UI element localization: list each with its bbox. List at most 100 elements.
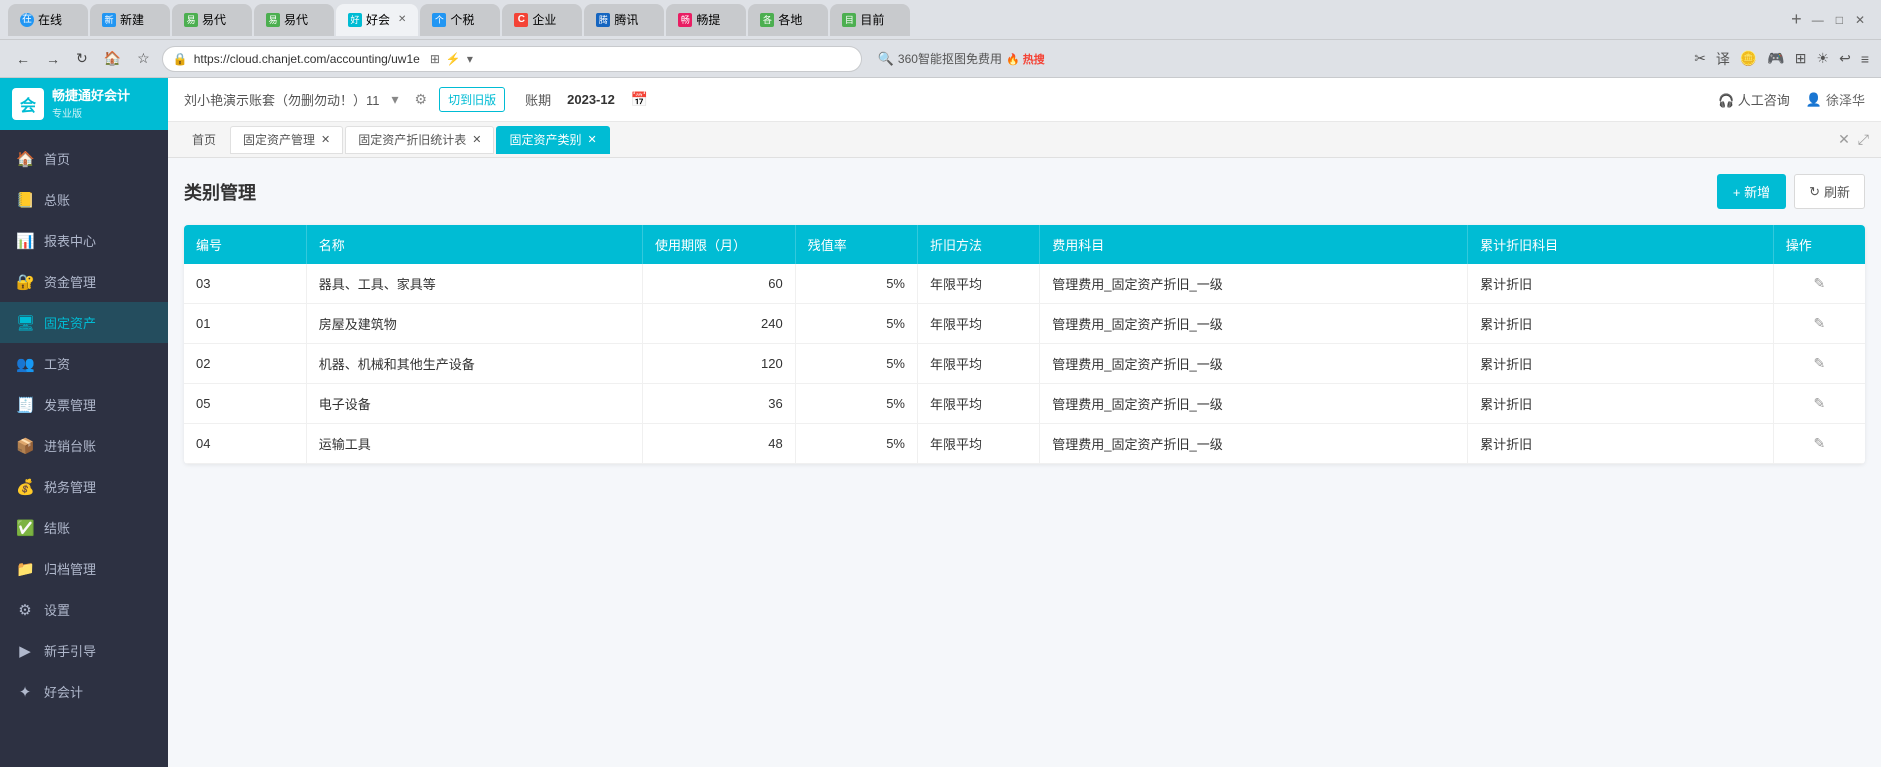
- cut-icon[interactable]: ✂: [1694, 50, 1706, 67]
- tab-close-depreciation-table[interactable]: ✕: [472, 133, 481, 146]
- sidebar-item-settings[interactable]: ⚙ 设置: [0, 589, 168, 630]
- sidebar-item-archive[interactable]: 📁 归档管理: [0, 548, 168, 589]
- tab-close-haohui[interactable]: ✕: [398, 14, 406, 25]
- sidebar-item-label: 总账: [44, 190, 70, 209]
- undo-icon[interactable]: ↩: [1839, 50, 1851, 67]
- tab-label: 好会: [366, 11, 390, 28]
- back-button[interactable]: ←: [12, 49, 34, 69]
- toolbar-icons: ✂ 译 🪙 🎮 ⊞ ☀ ↩ ≡: [1694, 49, 1869, 69]
- cell-period: 60: [642, 264, 795, 304]
- tab-label: 企业: [532, 11, 556, 28]
- browser-tab-gedi[interactable]: 各 各地: [748, 4, 828, 36]
- tab-favicon-gedi: 各: [760, 13, 774, 27]
- sidebar-item-invoice[interactable]: 🧾 发票管理: [0, 384, 168, 425]
- sidebar-item-guide[interactable]: ▶ 新手引导: [0, 630, 168, 671]
- coin-icon[interactable]: 🪙: [1740, 50, 1757, 67]
- tab-favicon-yidai2: 易: [266, 13, 280, 27]
- window-controls-tabs: ✕ ⤢: [1838, 131, 1869, 148]
- app-layout: 会 畅捷通好会计 专业版 🏠 首页 📒 总账 📊 报表中心 🔐 资金管理: [0, 78, 1881, 767]
- search-bar: 🔍 360智能抠图免费用 🔥 热搜: [878, 50, 1045, 67]
- new-tab-button[interactable]: +: [1785, 9, 1808, 30]
- tab-fixed-assets-mgmt[interactable]: 固定资产管理 ✕: [230, 126, 343, 154]
- edit-button[interactable]: ✎: [1814, 355, 1826, 371]
- period-value: 2023-12: [567, 92, 615, 107]
- logo-subtitle: 专业版: [52, 105, 130, 120]
- sidebar-item-ledger[interactable]: 📒 总账: [0, 179, 168, 220]
- refresh-button[interactable]: ↻ 刷新: [1794, 174, 1865, 209]
- cell-name: 器具、工具、家具等: [306, 264, 642, 304]
- browser-tab-zaixin[interactable]: 在 在线: [8, 4, 88, 36]
- fixed-assets-icon: 🖥: [16, 314, 34, 332]
- game-icon[interactable]: 🎮: [1767, 50, 1784, 67]
- sidebar-item-tax[interactable]: 💰 税务管理: [0, 466, 168, 507]
- browser-tab-yidai1[interactable]: 易 易代: [172, 4, 252, 36]
- dropdown-icon[interactable]: ▾: [467, 52, 473, 66]
- edit-button[interactable]: ✎: [1814, 275, 1826, 291]
- edit-button[interactable]: ✎: [1814, 315, 1826, 331]
- browser-tab-qiye[interactable]: C 企业: [502, 4, 582, 36]
- consultant-label[interactable]: 🎧 人工咨询: [1718, 90, 1790, 109]
- minimize-button[interactable]: —: [1812, 13, 1824, 27]
- header-settings-icon[interactable]: ⚙: [415, 91, 428, 108]
- close-panel-button[interactable]: ✕: [1838, 131, 1850, 148]
- tab-label: 个税: [450, 11, 474, 28]
- th-action: 操作: [1773, 225, 1865, 264]
- forward-button[interactable]: →: [42, 49, 64, 69]
- headset-icon: 🎧: [1718, 93, 1734, 108]
- tab-label: 易代: [284, 11, 308, 28]
- tab-label: 腾讯: [614, 11, 638, 28]
- tab-asset-category[interactable]: 固定资产类别 ✕: [496, 126, 609, 154]
- tab-home[interactable]: 首页: [180, 125, 228, 154]
- browser-tab-haohui[interactable]: 好 好会 ✕: [336, 4, 418, 36]
- sidebar-item-stock[interactable]: 📦 进销台账: [0, 425, 168, 466]
- dropdown-arrow-icon[interactable]: ▾: [392, 91, 399, 108]
- sidebar-item-funds[interactable]: 🔐 资金管理: [0, 261, 168, 302]
- browser-tab-tengxun[interactable]: 腾 腾讯: [584, 4, 664, 36]
- cell-code: 04: [184, 424, 306, 464]
- cell-rate: 5%: [795, 344, 917, 384]
- url-bar[interactable]: 🔒 https://cloud.chanjet.com/accounting/u…: [162, 46, 862, 72]
- tab-depreciation-table[interactable]: 固定资产折旧统计表 ✕: [345, 126, 494, 154]
- menu-icon[interactable]: ≡: [1861, 51, 1869, 67]
- browser-tab-changti[interactable]: 畅 畅提: [666, 4, 746, 36]
- app-header: 刘小艳演示账套（勿删勿动！）11 ▾ ⚙ 切到旧版 账期 2023-12 📅 🎧…: [168, 78, 1881, 122]
- translate-icon[interactable]: 译: [1716, 49, 1730, 69]
- browser-tab-geshui[interactable]: 个 个税: [420, 4, 500, 36]
- browser-tab-xinjian[interactable]: 新 新建: [90, 4, 170, 36]
- tab-label: 易代: [202, 11, 226, 28]
- sidebar-item-label: 税务管理: [44, 477, 96, 496]
- expand-panel-button[interactable]: ⤢: [1858, 131, 1869, 148]
- calendar-icon[interactable]: 📅: [631, 91, 648, 108]
- cell-action: ✎: [1773, 344, 1865, 384]
- sun-icon[interactable]: ☀: [1817, 50, 1830, 67]
- edit-button[interactable]: ✎: [1814, 395, 1826, 411]
- cell-expense: 管理费用_固定资产折旧_一级: [1040, 384, 1468, 424]
- user-info-text: 刘小艳演示账套（勿删勿动！）11: [184, 90, 380, 109]
- sidebar-item-payroll[interactable]: 👥 工资: [0, 343, 168, 384]
- sidebar-item-more[interactable]: ✦ 好会计: [0, 671, 168, 712]
- switch-old-version-button[interactable]: 切到旧版: [439, 87, 505, 112]
- sidebar-item-fixed-assets[interactable]: 🖥 固定资产: [0, 302, 168, 343]
- edit-button[interactable]: ✎: [1814, 435, 1826, 451]
- sidebar: 会 畅捷通好会计 专业版 🏠 首页 📒 总账 📊 报表中心 🔐 资金管理: [0, 78, 168, 767]
- cell-expense: 管理费用_固定资产折旧_一级: [1040, 424, 1468, 464]
- maximize-button[interactable]: □: [1836, 13, 1843, 27]
- close-window-button[interactable]: ✕: [1855, 13, 1865, 27]
- tab-favicon-geshui: 个: [432, 13, 446, 27]
- sidebar-item-reports[interactable]: 📊 报表中心: [0, 220, 168, 261]
- browser-tab-yidai2[interactable]: 易 易代: [254, 4, 334, 36]
- reload-button[interactable]: ↻: [72, 48, 92, 69]
- browser-tab-muqian[interactable]: 目 目前: [830, 4, 910, 36]
- add-category-button[interactable]: + 新增: [1717, 174, 1786, 209]
- cell-period: 48: [642, 424, 795, 464]
- tab-close-asset-category[interactable]: ✕: [588, 133, 597, 146]
- sidebar-item-home[interactable]: 🏠 首页: [0, 138, 168, 179]
- home-icon: 🏠: [16, 150, 34, 168]
- cell-code: 05: [184, 384, 306, 424]
- search-icon: 🔍: [878, 51, 894, 67]
- tab-close-fixed-assets-mgmt[interactable]: ✕: [321, 133, 330, 146]
- bookmark-button[interactable]: ☆: [133, 48, 154, 69]
- sidebar-item-checkout[interactable]: ✅ 结账: [0, 507, 168, 548]
- grid-icon[interactable]: ⊞: [1795, 50, 1807, 67]
- home-button[interactable]: 🏠: [100, 48, 125, 69]
